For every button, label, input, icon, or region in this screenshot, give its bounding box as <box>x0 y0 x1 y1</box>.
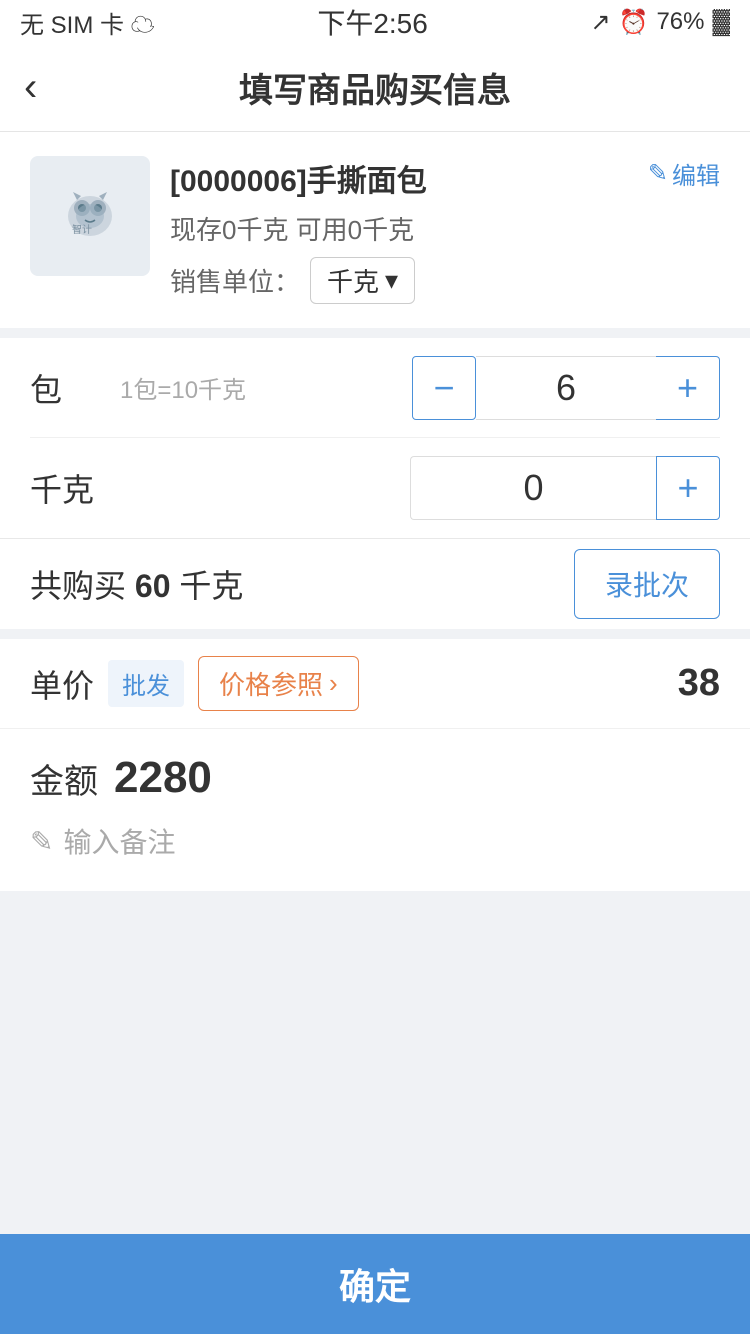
product-name: [0000006]手撕面包 <box>170 156 427 200</box>
empty-area <box>0 901 750 1181</box>
bao-hint: 1包=10千克 <box>120 370 412 405</box>
battery-label: 76% <box>656 8 704 36</box>
amount-row: 金额 2280 <box>30 753 720 803</box>
batch-button[interactable]: 录批次 <box>574 549 720 619</box>
summary-suffix: 千克 <box>179 568 243 604</box>
product-card: 智计 [0000006]手撕面包 ✎ 编辑 现存0千克 可用0千克 销售单位： … <box>0 132 750 338</box>
location-icon: ↗ <box>590 8 610 37</box>
product-unit-row: 销售单位： 千克 ▾ <box>170 257 720 304</box>
battery-icon: ▓ <box>713 8 731 36</box>
product-info: [0000006]手撕面包 ✎ 编辑 现存0千克 可用0千克 销售单位： 千克 … <box>170 156 720 304</box>
nav-bar: ‹ 填写商品购买信息 <box>0 44 750 132</box>
unit-selector[interactable]: 千克 ▾ <box>310 257 415 304</box>
kg-row: 千克 + <box>30 438 720 538</box>
edit-button[interactable]: ✎ 编辑 <box>648 156 720 191</box>
back-button[interactable]: ‹ <box>24 65 37 110</box>
bao-minus-button[interactable]: − <box>412 356 476 420</box>
remark-placeholder: 输入备注 <box>63 821 175 861</box>
product-logo: 智计 <box>55 178 125 254</box>
status-right: ↗ ⏰ 76% ▓ <box>590 8 730 37</box>
price-ref-button[interactable]: 价格参照 › <box>198 656 359 711</box>
product-stock: 现存0千克 可用0千克 <box>170 210 720 247</box>
summary-amount: 60 <box>135 568 179 604</box>
summary-section: 共购买 60 千克 录批次 <box>0 539 750 639</box>
bao-plus-button[interactable]: + <box>656 356 720 420</box>
bao-qty-input[interactable] <box>476 356 656 420</box>
kg-plus-button[interactable]: + <box>656 456 720 520</box>
confirm-button[interactable]: 确定 <box>0 1234 750 1334</box>
status-left: 无 SIM 卡 ☁ <box>20 5 155 40</box>
unit-label: 销售单位： <box>170 262 300 299</box>
status-bar: 无 SIM 卡 ☁ 下午2:56 ↗ ⏰ 76% ▓ <box>0 0 750 44</box>
chevron-down-icon: ▾ <box>385 265 398 296</box>
edit-icon: ✎ <box>648 159 668 188</box>
summary-prefix: 共购买 <box>30 568 126 604</box>
remark-row[interactable]: ✎ 输入备注 <box>30 821 720 861</box>
price-value: 38 <box>678 662 720 705</box>
pencil-icon: ✎ <box>30 825 53 858</box>
bao-qty-control: − + <box>412 356 720 420</box>
page-title: 填写商品购买信息 <box>239 63 511 112</box>
kg-label: 千克 <box>30 465 110 511</box>
summary-text: 共购买 60 千克 <box>30 561 243 607</box>
product-thumbnail: 智计 <box>30 156 150 276</box>
unit-value: 千克 <box>327 262 379 299</box>
edit-label: 编辑 <box>672 156 720 191</box>
price-tag: 批发 <box>108 660 184 707</box>
kg-qty-input[interactable] <box>410 456 656 520</box>
amount-section: 金额 2280 ✎ 输入备注 <box>0 729 750 901</box>
alarm-icon: ⏰ <box>619 8 649 37</box>
bao-row: 包 1包=10千克 − + <box>30 338 720 438</box>
price-ref-arrow-icon: › <box>329 668 338 699</box>
price-ref-label: 价格参照 <box>219 665 323 702</box>
svg-text:智计: 智计 <box>72 223 92 236</box>
kg-qty-control: + <box>410 456 720 520</box>
status-time: 下午2:56 <box>317 2 428 42</box>
quantity-section: 包 1包=10千克 − + 千克 + <box>0 338 750 539</box>
amount-value: 2280 <box>114 753 212 803</box>
amount-label: 金额 <box>30 754 98 803</box>
sim-wifi-label: 无 SIM 卡 ☁ <box>20 5 155 40</box>
price-section: 单价 批发 价格参照 › 38 <box>0 639 750 729</box>
bao-label: 包 <box>30 365 110 411</box>
price-label: 单价 <box>30 661 94 707</box>
